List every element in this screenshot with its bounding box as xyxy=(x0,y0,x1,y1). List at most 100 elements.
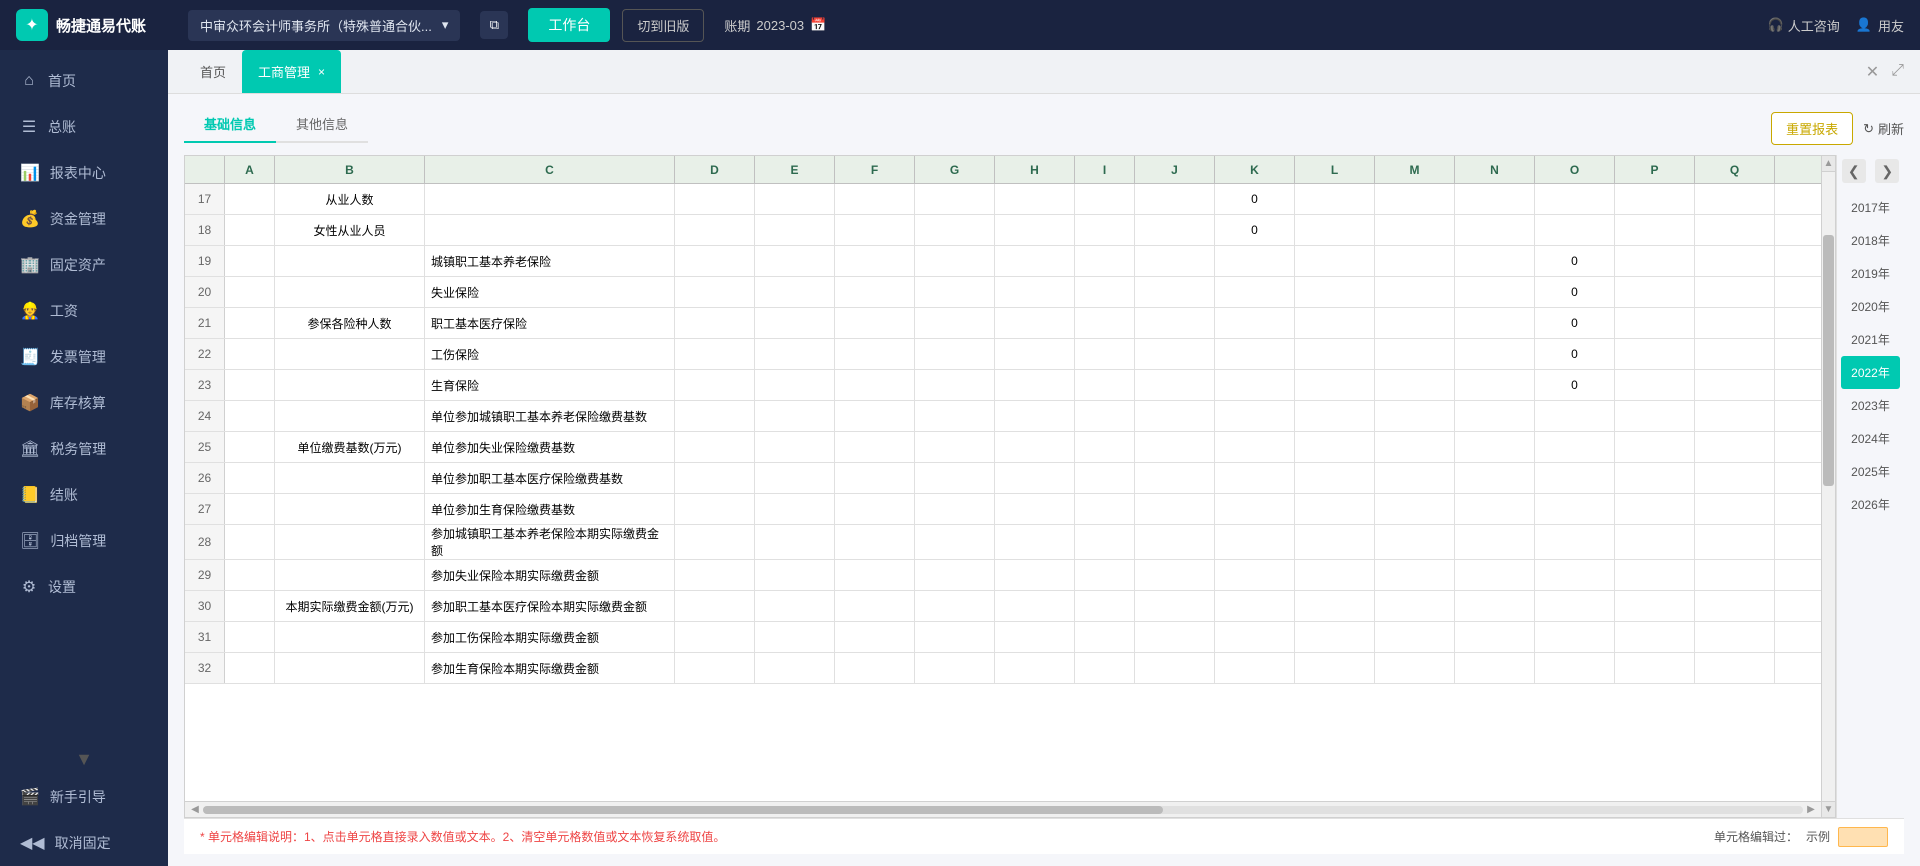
cell-22-e[interactable] xyxy=(755,339,835,369)
cell-18-b[interactable]: 女性从业人员 xyxy=(275,215,425,245)
year-item-2019[interactable]: 2019年 xyxy=(1837,257,1904,290)
cell-26-q[interactable] xyxy=(1695,463,1775,493)
cell-25-f[interactable] xyxy=(835,432,915,462)
cell-24-i[interactable] xyxy=(1075,401,1135,431)
cell-28-e[interactable] xyxy=(755,525,835,559)
cell-17-g[interactable] xyxy=(915,184,995,214)
cell-27-a[interactable] xyxy=(225,494,275,524)
cell-29-q[interactable] xyxy=(1695,560,1775,590)
cell-28-q[interactable] xyxy=(1695,525,1775,559)
cell-29-p[interactable] xyxy=(1615,560,1695,590)
cell-21-q[interactable] xyxy=(1695,308,1775,338)
cell-26-i[interactable] xyxy=(1075,463,1135,493)
cell-18-n[interactable] xyxy=(1455,215,1535,245)
cell-25-b[interactable]: 单位缴费基数(万元) xyxy=(275,432,425,462)
cell-23-n[interactable] xyxy=(1455,370,1535,400)
cell-19-f[interactable] xyxy=(835,246,915,276)
cell-25-q[interactable] xyxy=(1695,432,1775,462)
cell-32-p[interactable] xyxy=(1615,653,1695,683)
cell-20-e[interactable] xyxy=(755,277,835,307)
cell-20-c[interactable]: 失业保险 xyxy=(425,277,675,307)
v-scroll-track[interactable] xyxy=(1822,172,1835,801)
cell-18-f[interactable] xyxy=(835,215,915,245)
cell-24-p[interactable] xyxy=(1615,401,1695,431)
cell-22-b[interactable] xyxy=(275,339,425,369)
tab-home[interactable]: 首页 xyxy=(184,50,242,93)
reset-button[interactable]: 重置报表 xyxy=(1771,112,1853,145)
cell-19-a[interactable] xyxy=(225,246,275,276)
year-panel-expand-right[interactable]: ❯ xyxy=(1875,159,1899,183)
cell-30-i[interactable] xyxy=(1075,591,1135,621)
ai-button[interactable]: 🎧 人工咨询 xyxy=(1768,16,1840,35)
cell-29-c[interactable]: 参加失业保险本期实际缴费金额 xyxy=(425,560,675,590)
year-panel-expand-left[interactable]: ❮ xyxy=(1842,159,1866,183)
cell-20-l[interactable] xyxy=(1295,277,1375,307)
cell-29-n[interactable] xyxy=(1455,560,1535,590)
cell-28-g[interactable] xyxy=(915,525,995,559)
cell-26-l[interactable] xyxy=(1295,463,1375,493)
cell-32-j[interactable] xyxy=(1135,653,1215,683)
cell-19-q[interactable] xyxy=(1695,246,1775,276)
cell-18-g[interactable] xyxy=(915,215,995,245)
cell-26-m[interactable] xyxy=(1375,463,1455,493)
cell-23-f[interactable] xyxy=(835,370,915,400)
cell-20-o[interactable]: 0 xyxy=(1535,277,1615,307)
cell-21-h[interactable] xyxy=(995,308,1075,338)
sidebar-item-guide[interactable]: 🎬 新手引导 xyxy=(0,774,168,820)
cell-22-k[interactable] xyxy=(1215,339,1295,369)
cell-29-m[interactable] xyxy=(1375,560,1455,590)
v-scroll-thumb[interactable] xyxy=(1823,235,1834,487)
copy-icon[interactable]: ⧉ xyxy=(480,11,508,39)
cell-23-i[interactable] xyxy=(1075,370,1135,400)
cell-32-d[interactable] xyxy=(675,653,755,683)
cell-20-h[interactable] xyxy=(995,277,1075,307)
cell-29-b[interactable] xyxy=(275,560,425,590)
cell-20-b[interactable] xyxy=(275,277,425,307)
cell-21-e[interactable] xyxy=(755,308,835,338)
cell-23-a[interactable] xyxy=(225,370,275,400)
cell-18-p[interactable] xyxy=(1615,215,1695,245)
cell-26-d[interactable] xyxy=(675,463,755,493)
cell-20-j[interactable] xyxy=(1135,277,1215,307)
cell-26-o[interactable] xyxy=(1535,463,1615,493)
cell-19-p[interactable] xyxy=(1615,246,1695,276)
cell-17-p[interactable] xyxy=(1615,184,1695,214)
cell-23-o[interactable]: 0 xyxy=(1535,370,1615,400)
cell-27-f[interactable] xyxy=(835,494,915,524)
cell-20-m[interactable] xyxy=(1375,277,1455,307)
sidebar-item-archive[interactable]: 🗄 归档管理 xyxy=(0,518,168,564)
cell-28-d[interactable] xyxy=(675,525,755,559)
sub-tab-basic[interactable]: 基础信息 xyxy=(184,106,276,143)
cell-23-m[interactable] xyxy=(1375,370,1455,400)
cell-26-f[interactable] xyxy=(835,463,915,493)
cell-17-l[interactable] xyxy=(1295,184,1375,214)
cell-31-j[interactable] xyxy=(1135,622,1215,652)
cell-22-o[interactable]: 0 xyxy=(1535,339,1615,369)
cell-31-e[interactable] xyxy=(755,622,835,652)
cell-26-k[interactable] xyxy=(1215,463,1295,493)
sidebar-item-inventory[interactable]: 📦 库存核算 xyxy=(0,380,168,426)
cell-18-i[interactable] xyxy=(1075,215,1135,245)
cell-19-i[interactable] xyxy=(1075,246,1135,276)
cell-32-k[interactable] xyxy=(1215,653,1295,683)
cell-18-m[interactable] xyxy=(1375,215,1455,245)
cell-20-d[interactable] xyxy=(675,277,755,307)
cell-27-e[interactable] xyxy=(755,494,835,524)
cell-26-a[interactable] xyxy=(225,463,275,493)
cell-18-o[interactable] xyxy=(1535,215,1615,245)
cell-30-f[interactable] xyxy=(835,591,915,621)
cell-31-a[interactable] xyxy=(225,622,275,652)
cell-28-i[interactable] xyxy=(1075,525,1135,559)
cell-28-b[interactable] xyxy=(275,525,425,559)
cell-24-b[interactable] xyxy=(275,401,425,431)
cell-28-h[interactable] xyxy=(995,525,1075,559)
cell-17-c[interactable] xyxy=(425,184,675,214)
cell-22-h[interactable] xyxy=(995,339,1075,369)
cell-29-a[interactable] xyxy=(225,560,275,590)
expand-icon[interactable]: ⤢ xyxy=(1891,62,1904,82)
year-item-2025[interactable]: 2025年 xyxy=(1837,455,1904,488)
cell-32-g[interactable] xyxy=(915,653,995,683)
cell-26-c[interactable]: 单位参加职工基本医疗保险缴费基数 xyxy=(425,463,675,493)
tab-close-icon[interactable]: × xyxy=(318,65,325,79)
sidebar-item-invoices[interactable]: 🧾 发票管理 xyxy=(0,334,168,380)
